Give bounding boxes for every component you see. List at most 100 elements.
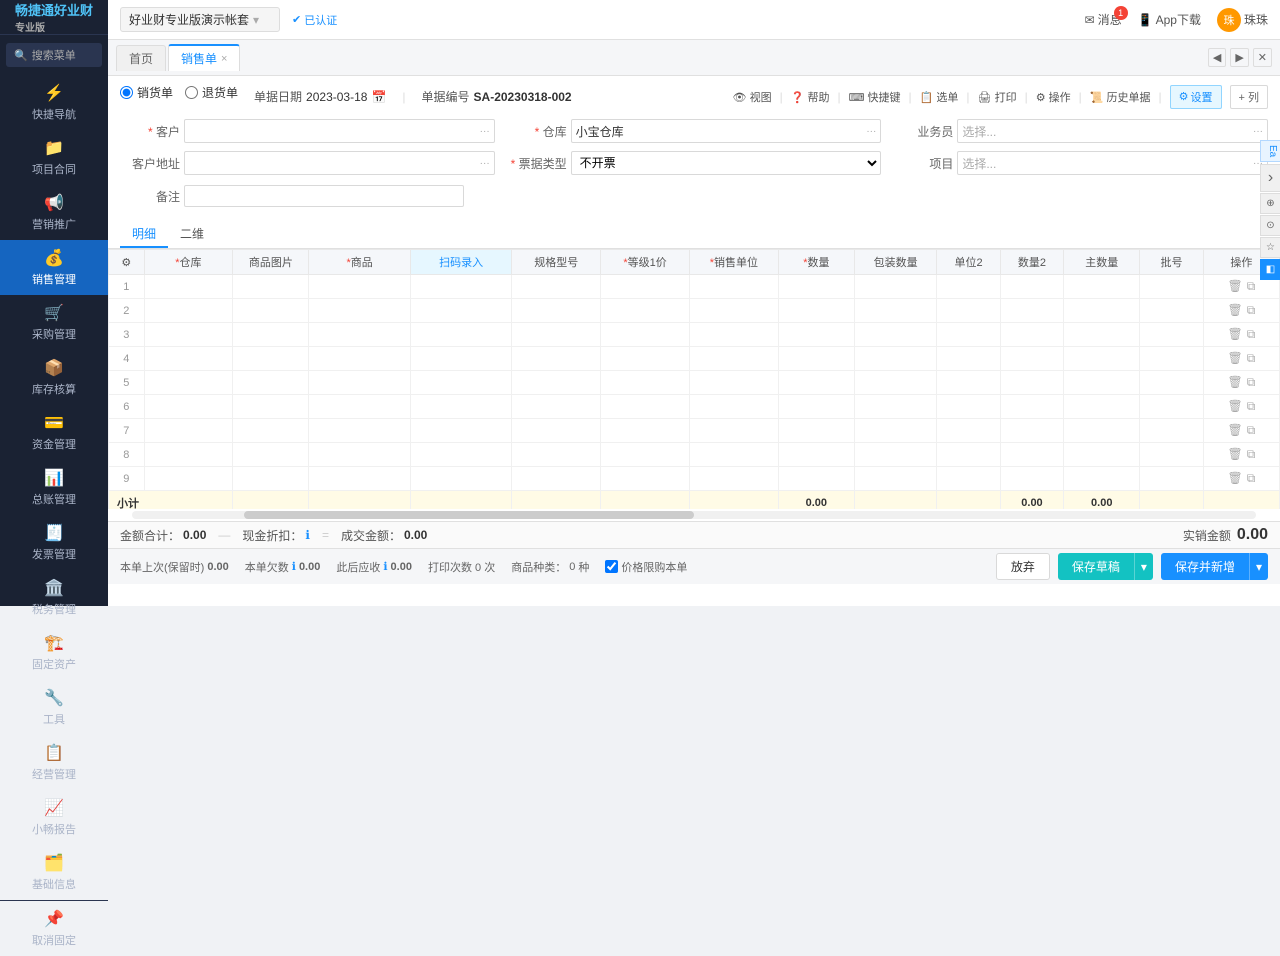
tab-2d[interactable]: 二维 [168, 221, 216, 248]
row-unit[interactable] [689, 443, 778, 467]
row-delete-icon[interactable]: 🗑 [1227, 327, 1242, 342]
staff-dots-icon[interactable]: ··· [1253, 126, 1263, 137]
row-copy-icon[interactable]: ⧉ [1247, 399, 1256, 414]
toolbar-history-btn[interactable]: 📜 历史单据 [1090, 89, 1151, 105]
right-panel-btn-3[interactable]: ⊙ [1260, 215, 1280, 236]
row-main-qty[interactable] [1064, 395, 1140, 419]
sidebar-item-operations[interactable]: 📋 经营管理 [0, 735, 108, 790]
staff-input[interactable]: 选择... ··· [957, 119, 1268, 143]
row-spec[interactable] [512, 467, 601, 491]
row-main-qty[interactable] [1064, 371, 1140, 395]
radio-return-input[interactable] [185, 86, 198, 99]
row-scan[interactable] [410, 299, 511, 323]
sidebar-item-inventory[interactable]: 📦 库存核算 [0, 350, 108, 405]
row-product[interactable] [309, 467, 410, 491]
radio-return-label[interactable]: 退货单 [185, 84, 238, 101]
row-qty2[interactable] [1000, 467, 1063, 491]
row-product-img[interactable] [233, 275, 309, 299]
tab-next-button[interactable]: ▶ [1230, 48, 1248, 67]
row-pack-qty[interactable] [854, 443, 936, 467]
sidebar-item-basic-info[interactable]: 🗂️ 基础信息 [0, 845, 108, 900]
row-unit2[interactable] [937, 467, 1000, 491]
save-draft-dropdown[interactable]: ▾ [1135, 553, 1153, 580]
save-draft-button[interactable]: 保存草稿 [1058, 553, 1135, 580]
tab-prev-button[interactable]: ◀ [1208, 48, 1226, 67]
row-batch[interactable] [1140, 371, 1203, 395]
row-batch[interactable] [1140, 467, 1203, 491]
price-check-checkbox[interactable] [605, 560, 618, 573]
row-warehouse[interactable] [144, 371, 233, 395]
row-qty2[interactable] [1000, 443, 1063, 467]
row-spec[interactable] [512, 275, 601, 299]
row-qty[interactable] [778, 299, 854, 323]
sidebar-item-sales[interactable]: 💰 销售管理 [0, 240, 108, 295]
row-unit2[interactable] [937, 323, 1000, 347]
row-scan[interactable] [410, 275, 511, 299]
row-unit[interactable] [689, 419, 778, 443]
row-spec[interactable] [512, 443, 601, 467]
row-product[interactable] [309, 371, 410, 395]
warehouse-input[interactable]: 小宝仓库 ··· [571, 119, 882, 143]
row-warehouse[interactable] [144, 443, 233, 467]
row-main-qty[interactable] [1064, 299, 1140, 323]
row-warehouse[interactable] [144, 299, 233, 323]
row-copy-icon[interactable]: ⧉ [1247, 279, 1256, 294]
row-batch[interactable] [1140, 347, 1203, 371]
row-price[interactable] [601, 371, 690, 395]
row-unit[interactable] [689, 323, 778, 347]
row-main-qty[interactable] [1064, 347, 1140, 371]
tab-close-icon[interactable]: × [221, 53, 227, 65]
row-batch[interactable] [1140, 323, 1203, 347]
row-spec[interactable] [512, 395, 601, 419]
row-product[interactable] [309, 275, 410, 299]
row-product[interactable] [309, 323, 410, 347]
row-copy-icon[interactable]: ⧉ [1247, 327, 1256, 342]
row-pack-qty[interactable] [854, 323, 936, 347]
row-scan[interactable] [410, 347, 511, 371]
row-scan[interactable] [410, 371, 511, 395]
row-price[interactable] [601, 395, 690, 419]
row-unit[interactable] [689, 347, 778, 371]
row-batch[interactable] [1140, 395, 1203, 419]
save-new-dropdown[interactable]: ▾ [1250, 553, 1268, 580]
row-qty2[interactable] [1000, 371, 1063, 395]
sidebar-item-cancel-fixed[interactable]: 📌 取消固定 [0, 900, 108, 956]
row-delete-icon[interactable]: 🗑 [1227, 423, 1242, 438]
row-main-qty[interactable] [1064, 275, 1140, 299]
row-price[interactable] [601, 323, 690, 347]
row-delete-icon[interactable]: 🗑 [1227, 399, 1242, 414]
row-batch[interactable] [1140, 443, 1203, 467]
row-qty[interactable] [778, 371, 854, 395]
row-pack-qty[interactable] [854, 395, 936, 419]
row-product-img[interactable] [233, 299, 309, 323]
info-icon[interactable]: ℹ [305, 528, 310, 542]
row-price[interactable] [601, 275, 690, 299]
sidebar-item-invoice[interactable]: 🧾 发票管理 [0, 515, 108, 570]
sidebar-item-project[interactable]: 📁 项目合同 [0, 130, 108, 185]
row-product-img[interactable] [233, 419, 309, 443]
right-panel-btn-4[interactable]: ☆ [1260, 237, 1280, 258]
sidebar-item-quick-nav[interactable]: ⚡ 快捷导航 [0, 75, 108, 130]
row-price[interactable] [601, 419, 690, 443]
sidebar-item-reports[interactable]: 📈 小畅报告 [0, 790, 108, 845]
row-warehouse[interactable] [144, 275, 233, 299]
price-check-item[interactable]: 价格限购本单 [605, 559, 687, 575]
row-spec[interactable] [512, 347, 601, 371]
row-pack-qty[interactable] [854, 347, 936, 371]
row-product-img[interactable] [233, 371, 309, 395]
user-profile-button[interactable]: 珠 珠珠 [1217, 8, 1268, 32]
row-unit2[interactable] [937, 275, 1000, 299]
row-qty[interactable] [778, 323, 854, 347]
row-spec[interactable] [512, 371, 601, 395]
right-panel-button-ea[interactable]: Ea [1260, 140, 1280, 162]
row-product[interactable] [309, 299, 410, 323]
project-input[interactable]: 选择... ··· [957, 151, 1268, 175]
row-delete-icon[interactable]: 🗑 [1227, 279, 1242, 294]
row-unit2[interactable] [937, 443, 1000, 467]
row-main-qty[interactable] [1064, 419, 1140, 443]
row-spec[interactable] [512, 299, 601, 323]
radio-sales-label[interactable]: 销货单 [120, 84, 173, 101]
row-product-img[interactable] [233, 395, 309, 419]
save-new-button[interactable]: 保存并新增 [1161, 553, 1250, 580]
row-qty[interactable] [778, 347, 854, 371]
